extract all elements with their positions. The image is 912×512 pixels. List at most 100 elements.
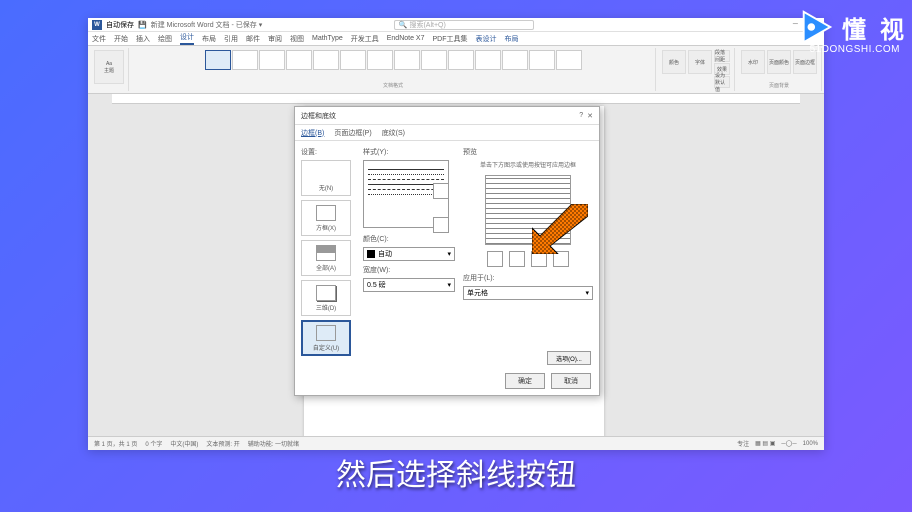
style-thumb[interactable] bbox=[475, 50, 501, 70]
zoom-level[interactable]: 100% bbox=[803, 441, 818, 447]
setting-custom[interactable]: 自定义(U) bbox=[301, 320, 351, 356]
fonts-button[interactable]: 字体 bbox=[688, 50, 712, 74]
color-label: 颜色(C): bbox=[363, 234, 455, 244]
accessibility[interactable]: 辅助功能: 一切就绪 bbox=[248, 439, 299, 448]
play-icon bbox=[798, 8, 836, 46]
setting-all[interactable]: 全部(A) bbox=[301, 240, 351, 276]
zoom-slider[interactable]: ─◯─ bbox=[781, 440, 796, 447]
dialog-tab-border[interactable]: 边框(B) bbox=[301, 128, 324, 138]
themes-button[interactable]: Aa主题 bbox=[94, 50, 124, 84]
tab-insert[interactable]: 插入 bbox=[136, 34, 150, 44]
style-thumb[interactable] bbox=[394, 50, 420, 70]
apply-to-select[interactable]: 单元格▾ bbox=[463, 286, 593, 300]
pagecolor-button[interactable]: 页面颜色 bbox=[767, 50, 791, 74]
chevron-down-icon: ▾ bbox=[447, 250, 451, 258]
titlebar: W 自动保存 💾 新建 Microsoft Word 文档 - 已保存 ▾ 🔍 … bbox=[88, 18, 824, 32]
tab-file[interactable]: 文件 bbox=[92, 34, 106, 44]
preview-note: 单击下方图示或使用按钮可应用边框 bbox=[463, 160, 593, 169]
style-column: 样式(Y): 颜色(C): 自动▾ 宽度(W): 0.5 磅▾ bbox=[363, 147, 455, 355]
tab-draw[interactable]: 绘图 bbox=[158, 34, 172, 44]
style-thumb[interactable] bbox=[313, 50, 339, 70]
tab-mathtype[interactable]: MathType bbox=[312, 35, 343, 42]
tab-home[interactable]: 开始 bbox=[114, 34, 128, 44]
chevron-down-icon: ▾ bbox=[447, 281, 451, 289]
style-thumb[interactable] bbox=[205, 50, 231, 70]
border-left-button[interactable] bbox=[487, 251, 503, 267]
ribbon: Aa主题 文档格式 颜色 bbox=[88, 46, 824, 94]
apply-label: 应用于(L): bbox=[463, 273, 593, 283]
colors-button[interactable]: 颜色 bbox=[662, 50, 686, 74]
border-top-button[interactable] bbox=[433, 183, 449, 199]
style-thumb[interactable] bbox=[259, 50, 285, 70]
style-thumb[interactable] bbox=[502, 50, 528, 70]
tab-endnote[interactable]: EndNote X7 bbox=[387, 35, 425, 42]
video-caption: 然后选择斜线按钮 bbox=[0, 450, 912, 494]
dialog-titlebar: 边框和底纹 ? ✕ bbox=[295, 107, 599, 125]
brand-text-1: 懂 bbox=[842, 10, 866, 45]
tab-table-layout[interactable]: 布局 bbox=[505, 34, 519, 44]
dialog-close-button[interactable]: ✕ bbox=[587, 112, 593, 120]
ribbon-group-styles: 文档格式 bbox=[131, 48, 656, 91]
tab-layout[interactable]: 布局 bbox=[202, 34, 216, 44]
tab-references[interactable]: 引用 bbox=[224, 34, 238, 44]
document-title: 新建 Microsoft Word 文档 - 已保存 ▾ bbox=[151, 20, 263, 30]
focus-mode[interactable]: 专注 bbox=[737, 439, 749, 448]
cancel-button[interactable]: 取消 bbox=[551, 373, 591, 389]
border-bottom-button[interactable] bbox=[433, 217, 449, 233]
autosave-toggle[interactable]: 自动保存 bbox=[106, 20, 134, 30]
style-label: 样式(Y): bbox=[363, 147, 455, 157]
style-thumb[interactable] bbox=[421, 50, 447, 70]
search-input[interactable]: 🔍 搜索(Alt+Q) bbox=[394, 20, 534, 30]
dialog-tabs: 边框(B) 页面边框(P) 底纹(S) bbox=[295, 125, 599, 141]
document-area: 边框和底纹 ? ✕ 边框(B) 页面边框(P) 底纹(S) 设置: 无(N) 方… bbox=[88, 94, 824, 436]
tab-design[interactable]: 设计 bbox=[180, 32, 194, 45]
ruler bbox=[112, 94, 800, 104]
style-thumb[interactable] bbox=[529, 50, 555, 70]
tutorial-arrow bbox=[532, 204, 588, 254]
text-predict[interactable]: 文本预测: 开 bbox=[206, 439, 239, 448]
brand-watermark: 懂 视 bbox=[798, 8, 904, 46]
dialog-title-text: 边框和底纹 bbox=[301, 111, 336, 121]
preview-header: 预览 bbox=[463, 147, 593, 157]
style-thumb[interactable] bbox=[286, 50, 312, 70]
border-right-button[interactable] bbox=[509, 251, 525, 267]
color-select[interactable]: 自动▾ bbox=[363, 247, 455, 261]
setting-none[interactable]: 无(N) bbox=[301, 160, 351, 196]
page: 边框和底纹 ? ✕ 边框(B) 页面边框(P) 底纹(S) 设置: 无(N) 方… bbox=[304, 106, 604, 436]
settings-header: 设置: bbox=[301, 147, 355, 157]
style-thumb[interactable] bbox=[448, 50, 474, 70]
chevron-down-icon: ▾ bbox=[585, 289, 589, 297]
setting-box[interactable]: 方框(X) bbox=[301, 200, 351, 236]
styles-label: 文档格式 bbox=[383, 82, 403, 89]
style-thumb[interactable] bbox=[232, 50, 258, 70]
tab-view[interactable]: 视图 bbox=[290, 34, 304, 44]
default-button[interactable]: 设为默认值 bbox=[714, 76, 730, 88]
tab-table-design[interactable]: 表设计 bbox=[476, 34, 497, 44]
page-count[interactable]: 第 1 页，共 1 页 bbox=[94, 439, 137, 448]
view-buttons[interactable]: ▦ ▤ ▣ bbox=[755, 440, 775, 447]
save-icon[interactable]: 💾 bbox=[138, 21, 147, 29]
spacing-button[interactable]: 段落间距 bbox=[714, 50, 730, 62]
width-select[interactable]: 0.5 磅▾ bbox=[363, 278, 455, 292]
ok-button[interactable]: 确定 bbox=[505, 373, 545, 389]
style-thumb[interactable] bbox=[556, 50, 582, 70]
style-thumb[interactable] bbox=[340, 50, 366, 70]
setting-3d[interactable]: 三维(D) bbox=[301, 280, 351, 316]
language[interactable]: 中文(中国) bbox=[170, 439, 198, 448]
word-count[interactable]: 0 个字 bbox=[145, 439, 162, 448]
watermark-button[interactable]: 水印 bbox=[741, 50, 765, 74]
tab-pdf[interactable]: PDF工具集 bbox=[433, 34, 468, 44]
dialog-tab-shading[interactable]: 底纹(S) bbox=[382, 128, 405, 138]
dialog-help-button[interactable]: ? bbox=[579, 112, 583, 120]
tab-mailings[interactable]: 邮件 bbox=[246, 34, 260, 44]
dialog-tab-page-border[interactable]: 页面边框(P) bbox=[334, 128, 371, 138]
brand-url: 51DONGSHI.COM bbox=[810, 44, 900, 55]
style-thumb[interactable] bbox=[367, 50, 393, 70]
word-app-window: W 自动保存 💾 新建 Microsoft Word 文档 - 已保存 ▾ 🔍 … bbox=[88, 18, 824, 450]
background-label: 页面背景 bbox=[769, 82, 789, 89]
settings-column: 设置: 无(N) 方框(X) 全部(A) 三维(D) 自定义(U) bbox=[301, 147, 355, 355]
options-button[interactable]: 选项(O)... bbox=[547, 351, 591, 365]
brand-text-2: 视 bbox=[880, 10, 904, 45]
tab-review[interactable]: 审阅 bbox=[268, 34, 282, 44]
tab-developer[interactable]: 开发工具 bbox=[351, 34, 379, 44]
